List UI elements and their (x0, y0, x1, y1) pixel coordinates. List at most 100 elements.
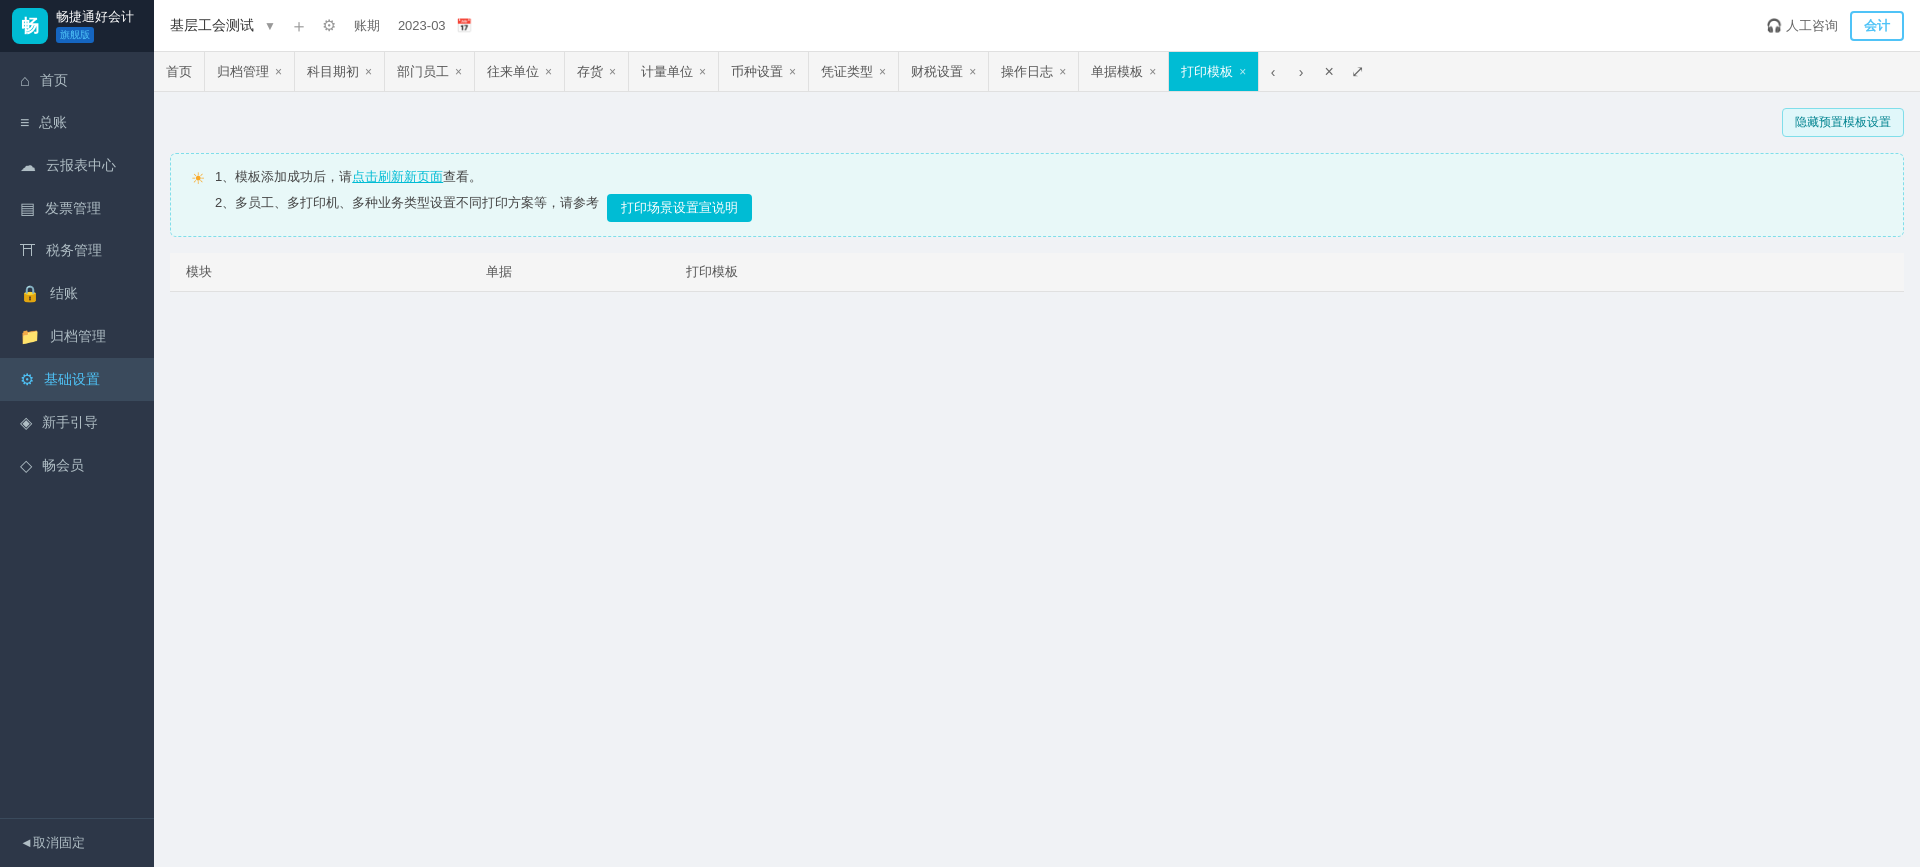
tab-label-currency: 币种设置 (731, 63, 783, 81)
tab-home[interactable]: 首页 (154, 52, 204, 92)
ledger-icon: ≡ (20, 114, 29, 132)
sidebar-item-ledger[interactable]: ≡ 总账 (0, 102, 154, 144)
tab-unit[interactable]: 计量单位 × (629, 52, 719, 92)
tab-supplier[interactable]: 往来单位 × (475, 52, 565, 92)
tab-prev-button[interactable]: ‹ (1259, 52, 1287, 92)
tab-archive[interactable]: 归档管理 × (205, 52, 295, 92)
tabbar: 首页 归档管理 × 科目期初 × 部门员工 × 往来单位 × 存货 × 计量单位… (154, 52, 1920, 92)
tab-close-dept[interactable]: × (455, 65, 462, 79)
tab-close-currency[interactable]: × (789, 65, 796, 79)
main-area: 基层工会测试 ▼ ＋ ⚙ 账期 2023-03 📅 🎧 人工咨询 会计 首页 归… (154, 0, 1920, 867)
tab-inventory[interactable]: 存货 × (565, 52, 629, 92)
tab-close-printtpl[interactable]: × (1239, 65, 1246, 79)
settings-button[interactable]: ⚙ (322, 16, 336, 35)
topbar: 基层工会测试 ▼ ＋ ⚙ 账期 2023-03 📅 🎧 人工咨询 会计 (154, 0, 1920, 52)
sidebar: 畅 畅捷通好会计 旗舰版 ⌂ 首页 ≡ 总账 ☁ 云报表中心 ▤ 发票管理 ⛩ … (0, 0, 154, 867)
settings-icon: ⚙ (20, 370, 34, 389)
sidebar-label-archive: 归档管理 (50, 328, 106, 346)
tab-label-oplog: 操作日志 (1001, 63, 1053, 81)
tab-dept[interactable]: 部门员工 × (385, 52, 475, 92)
tab-voucher[interactable]: 凭证类型 × (809, 52, 899, 92)
sidebar-label-home: 首页 (40, 72, 68, 90)
sidebar-nav: ⌂ 首页 ≡ 总账 ☁ 云报表中心 ▤ 发票管理 ⛩ 税务管理 🔒 结账 📁 归… (0, 52, 154, 818)
tab-label-supplier: 往来单位 (487, 63, 539, 81)
guide-icon: ◈ (20, 413, 32, 432)
sidebar-item-home[interactable]: ⌂ 首页 (0, 60, 154, 102)
logo-text-block: 畅捷通好会计 旗舰版 (56, 9, 134, 44)
home-icon: ⌂ (20, 72, 30, 90)
col-header-template: 打印模板 (670, 263, 1904, 281)
service-label: 人工咨询 (1786, 17, 1838, 35)
sidebar-label-guide: 新手引导 (42, 414, 98, 432)
tab-currency[interactable]: 币种设置 × (719, 52, 809, 92)
col-header-single: 单据 (470, 263, 670, 281)
sidebar-item-member[interactable]: ◇ 畅会员 (0, 444, 154, 487)
sidebar-item-invoices[interactable]: ▤ 发票管理 (0, 187, 154, 230)
sidebar-label-settings: 基础设置 (44, 371, 100, 389)
sidebar-logo: 畅 畅捷通好会计 旗舰版 (0, 0, 154, 52)
calendar-icon[interactable]: 📅 (456, 18, 472, 33)
tab-printtpl[interactable]: 打印模板 × (1169, 52, 1259, 92)
tab-label-singletpl: 单据模板 (1091, 63, 1143, 81)
sidebar-item-close[interactable]: 🔒 结账 (0, 272, 154, 315)
company-name: 基层工会测试 (170, 17, 254, 35)
tab-close-subject[interactable]: × (365, 65, 372, 79)
invoice-icon: ▤ (20, 199, 35, 218)
logo-name: 畅捷通好会计 (56, 9, 134, 26)
sidebar-label-ledger: 总账 (39, 114, 67, 132)
sidebar-item-archive[interactable]: 📁 归档管理 (0, 315, 154, 358)
tab-close-voucher[interactable]: × (879, 65, 886, 79)
sidebar-item-settings[interactable]: ⚙ 基础设置 (0, 358, 154, 401)
tab-label-printtpl: 打印模板 (1181, 63, 1233, 81)
tab-subject[interactable]: 科目期初 × (295, 52, 385, 92)
sidebar-item-guide[interactable]: ◈ 新手引导 (0, 401, 154, 444)
tab-expand-button[interactable]: ⤢ (1343, 52, 1371, 92)
unpin-button[interactable]: ◄取消固定 (0, 818, 154, 867)
col-header-module: 模块 (170, 263, 470, 281)
service-button[interactable]: 🎧 人工咨询 (1766, 17, 1838, 35)
logo-badge: 旗舰版 (56, 27, 94, 43)
archive-icon: 📁 (20, 327, 40, 346)
period-value: 2023-03 (398, 18, 446, 33)
sidebar-item-reports[interactable]: ☁ 云报表中心 (0, 144, 154, 187)
top-right-btn-area: 隐藏预置模板设置 (170, 108, 1904, 145)
bulb-icon: ☀ (191, 169, 205, 188)
tab-close-all-button[interactable]: × (1315, 52, 1343, 92)
tab-close-oplog[interactable]: × (1059, 65, 1066, 79)
add-tab-button[interactable]: ＋ (290, 14, 308, 38)
member-icon: ◇ (20, 456, 32, 475)
notice-box: ☀ 1、模板添加成功后，请 点击刷新新页面 查看。 ☀ 2、多员工、多打印机、多… (170, 153, 1904, 237)
tax-icon: ⛩ (20, 242, 36, 260)
cloud-icon: ☁ (20, 156, 36, 175)
period-label: 账期 (354, 17, 380, 35)
sidebar-label-member: 畅会员 (42, 457, 84, 475)
tab-label-voucher: 凭证类型 (821, 63, 873, 81)
tab-close-taxset[interactable]: × (969, 65, 976, 79)
topbar-right: 🎧 人工咨询 会计 (1766, 11, 1904, 41)
sidebar-label-reports: 云报表中心 (46, 157, 116, 175)
tab-label-taxset: 财税设置 (911, 63, 963, 81)
sidebar-item-tax[interactable]: ⛩ 税务管理 (0, 230, 154, 272)
tab-close-supplier[interactable]: × (545, 65, 552, 79)
sidebar-label-invoices: 发票管理 (45, 200, 101, 218)
tab-close-archive[interactable]: × (275, 65, 282, 79)
huiji-button[interactable]: 会计 (1850, 11, 1904, 41)
tab-label-inventory: 存货 (577, 63, 603, 81)
tab-label-dept: 部门员工 (397, 63, 449, 81)
print-scene-button[interactable]: 打印场景设置宣说明 (607, 194, 752, 222)
logo-icon: 畅 (12, 8, 48, 44)
hide-preview-button[interactable]: 隐藏预置模板设置 (1782, 108, 1904, 137)
company-dropdown-arrow[interactable]: ▼ (264, 19, 276, 33)
tab-label-subject: 科目期初 (307, 63, 359, 81)
tab-oplog[interactable]: 操作日志 × (989, 52, 1079, 92)
tab-label-unit: 计量单位 (641, 63, 693, 81)
tab-close-inventory[interactable]: × (609, 65, 616, 79)
tab-next-button[interactable]: › (1287, 52, 1315, 92)
notice-text-2: 2、多员工、多打印机、多种业务类型设置不同打印方案等，请参考 (215, 194, 599, 212)
headset-icon: 🎧 (1766, 18, 1782, 33)
tab-singletpl[interactable]: 单据模板 × (1079, 52, 1169, 92)
tab-close-singletpl[interactable]: × (1149, 65, 1156, 79)
tab-close-unit[interactable]: × (699, 65, 706, 79)
tab-taxset[interactable]: 财税设置 × (899, 52, 989, 92)
refresh-link[interactable]: 点击刷新新页面 (352, 168, 443, 186)
